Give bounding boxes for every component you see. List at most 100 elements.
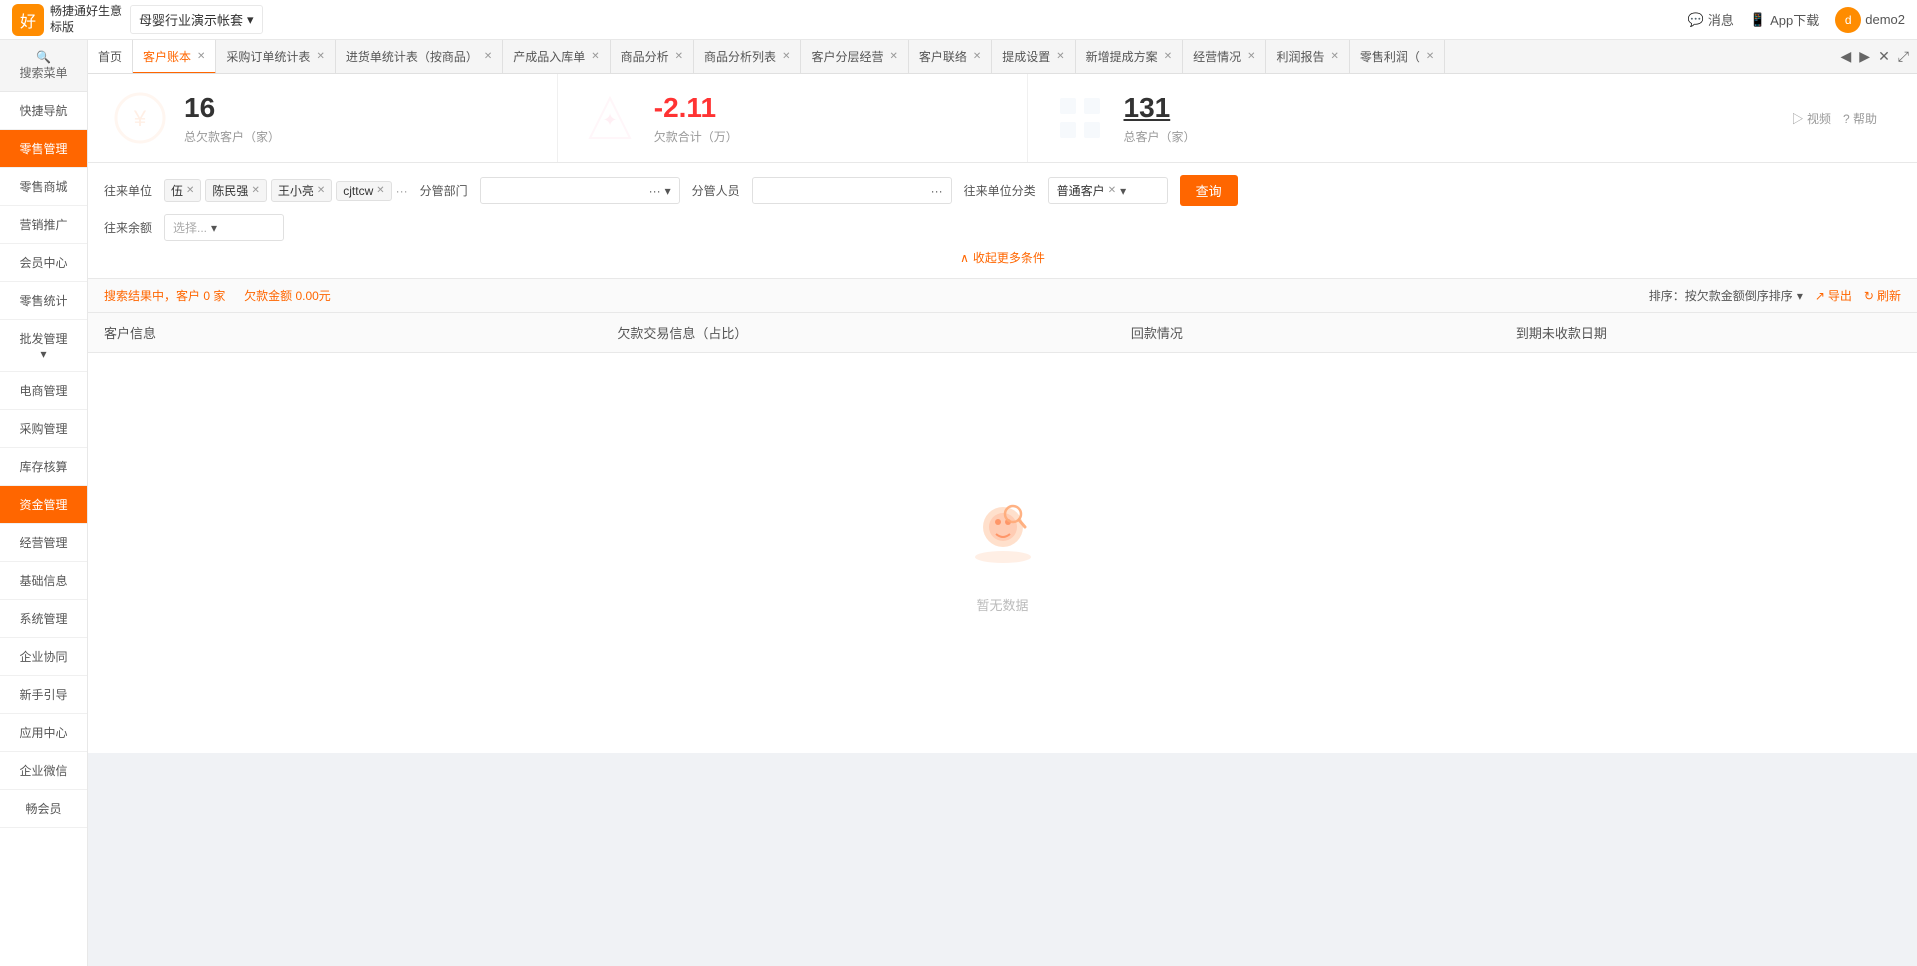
table-header: 客户信息 欠款交易信息（占比） 回款情况 到期未收款日期	[88, 313, 1917, 353]
filter-balance-label: 往来余额	[104, 219, 152, 236]
tab-close-new-raise-plan[interactable]: ✕	[1164, 51, 1172, 62]
sidebar-item-retail-mall[interactable]: 零售商城	[0, 168, 87, 206]
tab-production-in[interactable]: 产成品入库单 ✕	[503, 40, 610, 73]
help-btn[interactable]: ? 帮助	[1843, 110, 1877, 127]
tab-ops-situation[interactable]: 经营情况 ✕	[1183, 40, 1266, 73]
tab-raise-settings[interactable]: 提成设置 ✕	[992, 40, 1075, 73]
stat-label-2: 欠款合计（万）	[654, 128, 738, 145]
col-customer-info: 客户信息	[104, 323, 617, 342]
tab-close-production-in[interactable]: ✕	[591, 51, 599, 62]
filter-tags: 伍 ✕ 陈民强 ✕ 王小亮 ✕ cjttcw ✕	[164, 179, 408, 202]
filter-person-label: 分管人员	[692, 182, 740, 199]
filter-balance-select[interactable]: 选择... ▾	[164, 214, 284, 241]
sidebar-item-wholesale-mgmt[interactable]: 批发管理 ▾	[0, 320, 87, 372]
tab-goods-in-stats[interactable]: 进货单统计表（按商品） ✕	[336, 40, 503, 73]
stat-label-1: 总欠款客户（家）	[184, 128, 280, 145]
tab-close-profit-report[interactable]: ✕	[1331, 51, 1339, 62]
sidebar-item-basic-info[interactable]: 基础信息	[0, 562, 87, 600]
tab-close-goods-analysis-list[interactable]: ✕	[782, 51, 790, 62]
messages-btn[interactable]: 💬 消息	[1688, 10, 1734, 29]
chevron-down-dept: ▾	[665, 184, 671, 198]
refresh-button[interactable]: ↻ 刷新	[1864, 287, 1901, 304]
query-button[interactable]: 查询	[1180, 175, 1238, 206]
tab-scroll-right[interactable]: ▶	[1857, 46, 1872, 67]
filter-unit-class-select[interactable]: 普通客户 ✕ ▾	[1048, 177, 1168, 204]
remove-tag-wang[interactable]: ✕	[317, 185, 325, 196]
table-body: 暂无数据	[88, 353, 1917, 753]
tab-customer-book[interactable]: 客户账本 ✕	[133, 40, 216, 74]
tab-new-raise-plan[interactable]: 新增提成方案 ✕	[1076, 40, 1183, 73]
filter-row-1: 往来单位 伍 ✕ 陈民强 ✕ 王小亮 ✕	[104, 175, 1901, 206]
stat-info-1: 16 总欠款客户（家）	[184, 92, 280, 145]
remove-tag-ordinary[interactable]: ✕	[1108, 185, 1116, 196]
filter-more-tags[interactable]: ···	[396, 184, 408, 198]
sidebar-item-enterprise-wechat[interactable]: 企业微信	[0, 752, 87, 790]
sidebar-item-membership[interactable]: 会员中心	[0, 244, 87, 282]
sidebar: 🔍 搜索菜单 快捷导航 零售管理 零售商城 营销推广 会员中心 零售统计 批发管…	[0, 40, 88, 966]
filter-person-select[interactable]: ···	[752, 177, 952, 204]
tab-customer-contact[interactable]: 客户联络 ✕	[909, 40, 992, 73]
sidebar-item-retail-stats[interactable]: 零售统计	[0, 282, 87, 320]
export-button[interactable]: ↗ 导出	[1815, 287, 1852, 304]
tab-close-customer-tier[interactable]: ✕	[889, 51, 897, 62]
sidebar-item-ecommerce[interactable]: 电商管理	[0, 372, 87, 410]
tab-customer-tier[interactable]: 客户分层经营 ✕	[801, 40, 908, 73]
chevron-down-balance: ▾	[211, 221, 217, 235]
filter-row-2: 往来余额 选择... ▾	[104, 214, 1901, 241]
sidebar-item-inventory[interactable]: 库存核算	[0, 448, 87, 486]
tab-maximize[interactable]: ⤢	[1896, 46, 1911, 67]
sidebar-item-purchase[interactable]: 采购管理	[0, 410, 87, 448]
sidebar-item-quick-nav[interactable]: 快捷导航	[0, 92, 87, 130]
stat-icon-1: ¥	[112, 90, 168, 146]
filter-unit-label: 往来单位	[104, 182, 152, 199]
collapse-button[interactable]: ∧ 收起更多条件	[104, 249, 1901, 266]
remove-tag-cjttcw[interactable]: ✕	[376, 185, 384, 196]
sidebar-item-member-card[interactable]: 畅会员	[0, 790, 87, 828]
message-icon: 💬	[1688, 12, 1704, 28]
sidebar-item-sys-mgmt[interactable]: 系统管理	[0, 600, 87, 638]
stat-value-3: 131	[1124, 92, 1196, 124]
filter-dept-select[interactable]: ··· ▾	[480, 177, 680, 204]
tab-close-raise-settings[interactable]: ✕	[1056, 51, 1064, 62]
sidebar-item-retail-mgmt[interactable]: 零售管理	[0, 130, 87, 168]
user-profile[interactable]: d demo2	[1835, 7, 1905, 33]
company-selector[interactable]: 母婴行业演示帐套 ▾	[130, 5, 263, 34]
search-icon: 🔍	[36, 50, 51, 64]
app-download-btn[interactable]: 📱 App下载	[1750, 10, 1819, 29]
tab-controls: ◀ ▶ ✕ ⤢	[1833, 40, 1917, 73]
top-bar-right: 💬 消息 📱 App下载 d demo2	[1688, 7, 1905, 33]
results-bar: 搜索结果中，客户 0 家 欠款金额 0.00元 排序：按欠款金额倒序排序 ▾ ↗…	[88, 279, 1917, 313]
tab-goods-analysis[interactable]: 商品分析 ✕	[611, 40, 694, 73]
tab-close-ops-situation[interactable]: ✕	[1247, 51, 1255, 62]
tab-retail-profit[interactable]: 零售利润（ ✕	[1350, 40, 1445, 73]
filter-tag-cjttcw: cjttcw ✕	[336, 181, 391, 201]
tab-purchase-order-stats[interactable]: 采购订单统计表 ✕	[216, 40, 335, 73]
top-bar-left: 好 畅捷通好生意 标版 母婴行业演示帐套 ▾	[12, 4, 263, 36]
tab-scroll-left[interactable]: ◀	[1839, 46, 1854, 67]
empty-text: 暂无数据	[963, 595, 1043, 614]
tab-home[interactable]: 首页	[88, 40, 133, 73]
sidebar-item-enterprise[interactable]: 企业协同	[0, 638, 87, 676]
logo-area: 好 畅捷通好生意 标版	[12, 4, 122, 36]
remove-tag-wu[interactable]: ✕	[186, 185, 194, 196]
filter-dots-dept: ···	[649, 184, 661, 198]
tab-close-retail-profit[interactable]: ✕	[1426, 51, 1434, 62]
tab-goods-analysis-list[interactable]: 商品分析列表 ✕	[694, 40, 801, 73]
sidebar-item-marketing[interactable]: 营销推广	[0, 206, 87, 244]
tab-close-goods-analysis[interactable]: ✕	[675, 51, 683, 62]
sort-selector[interactable]: 排序：按欠款金额倒序排序 ▾	[1649, 287, 1803, 304]
tab-close-goods-in-stats[interactable]: ✕	[484, 51, 492, 62]
sidebar-item-app-center[interactable]: 应用中心	[0, 714, 87, 752]
main-layout: 🔍 搜索菜单 快捷导航 零售管理 零售商城 营销推广 会员中心 零售统计 批发管…	[0, 40, 1917, 966]
tab-close-customer-book[interactable]: ✕	[197, 51, 205, 62]
tab-close-customer-contact[interactable]: ✕	[973, 51, 981, 62]
video-btn[interactable]: ▷ 视频	[1792, 110, 1831, 127]
remove-tag-chen[interactable]: ✕	[251, 185, 259, 196]
sidebar-item-ops-mgmt[interactable]: 经营管理	[0, 524, 87, 562]
sidebar-item-new-guide[interactable]: 新手引导	[0, 676, 87, 714]
sidebar-item-finance[interactable]: 资金管理	[0, 486, 87, 524]
tab-close-purchase-order-stats[interactable]: ✕	[316, 51, 324, 62]
sidebar-search[interactable]: 🔍 搜索菜单	[0, 40, 87, 92]
tab-close-all[interactable]: ✕	[1876, 46, 1892, 67]
tab-profit-report[interactable]: 利润报告 ✕	[1266, 40, 1349, 73]
